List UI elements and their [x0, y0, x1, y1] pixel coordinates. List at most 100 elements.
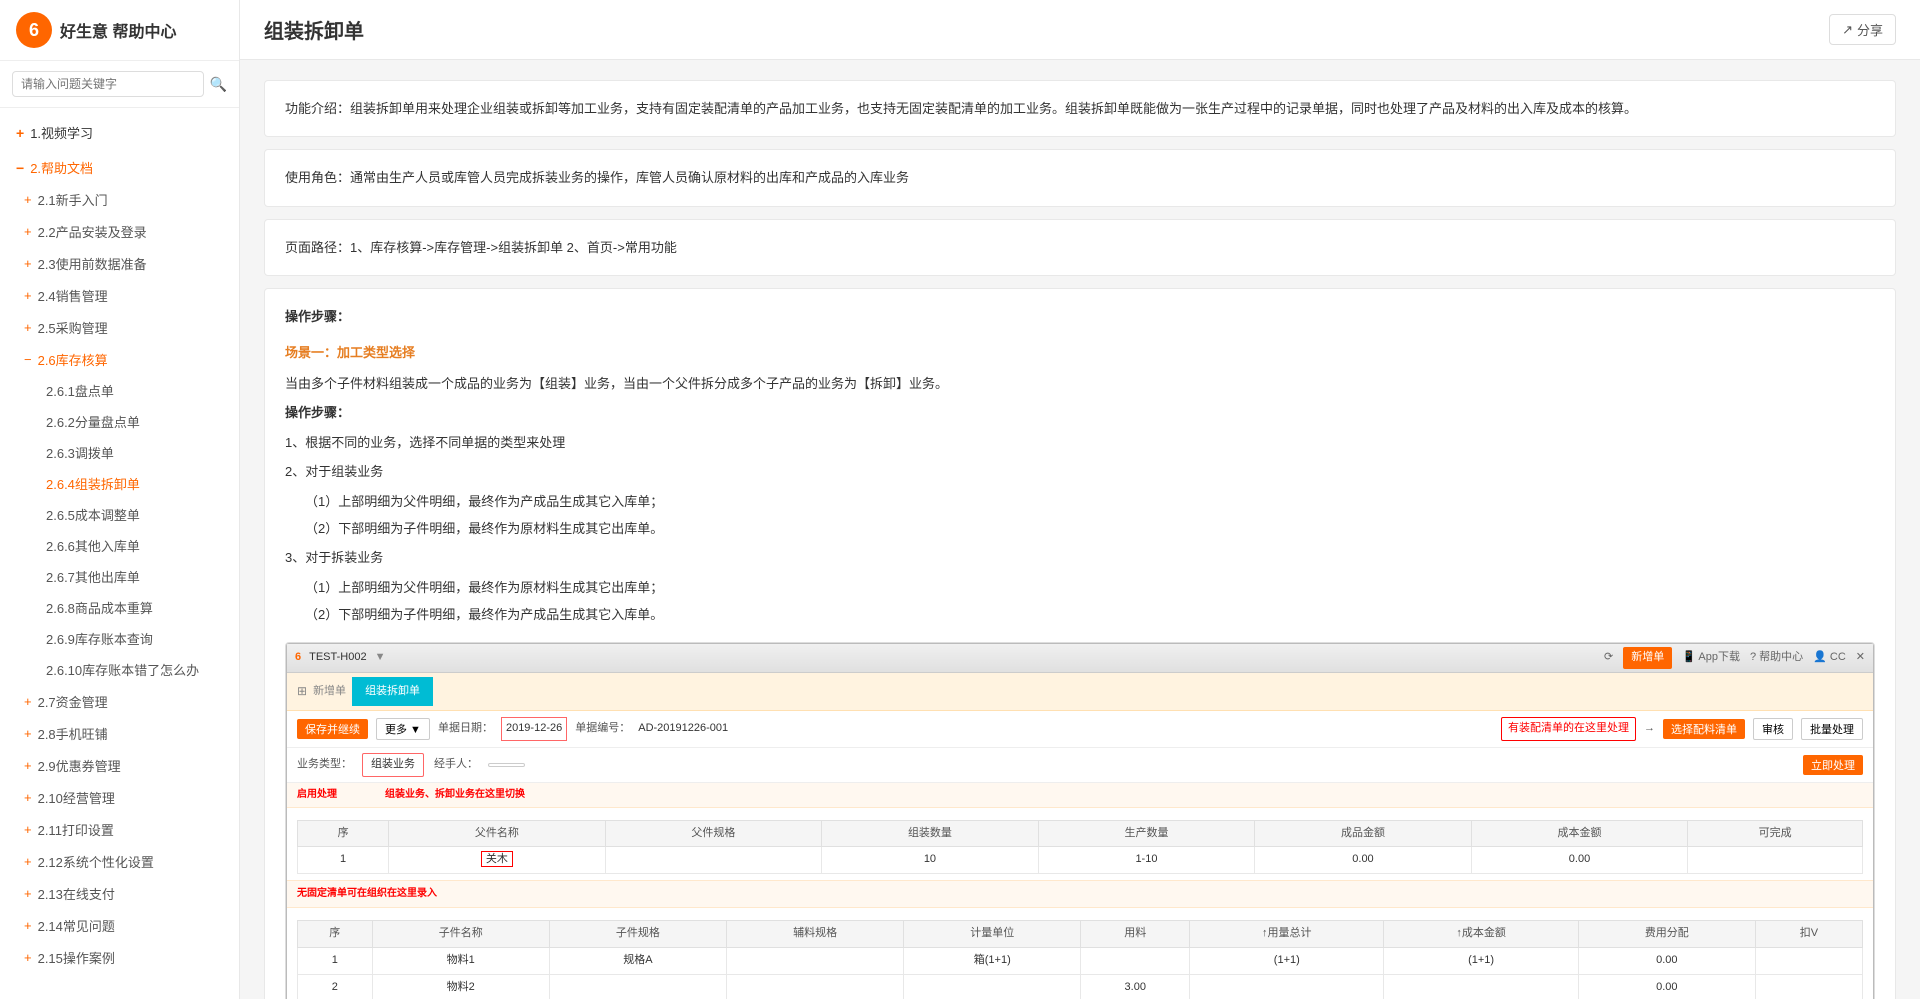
sidebar-item-cost-adj[interactable]: 2.6.5成本调整单	[0, 499, 239, 530]
sim-commit-btn[interactable]: 立即处理	[1803, 755, 1863, 775]
step3-1: （1）上部明细为父件明细，最终作为原材料生成其它出库单；	[285, 576, 1875, 599]
sim-tab-assembly[interactable]: 组装拆卸单	[352, 677, 433, 706]
sim-close-icon[interactable]: ✕	[1856, 648, 1865, 668]
sidebar-item-system-settings[interactable]: + 2.12系统个性化设置	[0, 846, 239, 877]
sim-lower-table-section: 序 子件名称 子件规格 辅料规格 计量单位 用料 ↑用量总计 ↑成本金额 费用分…	[287, 908, 1873, 999]
path-card: 页面路径：1、库存核算->库存管理->组装拆卸单 2、首页->常用功能	[264, 219, 1896, 276]
sidebar-item-cases[interactable]: + 2.15操作案例	[0, 942, 239, 973]
plus-icon-23: +	[24, 256, 32, 271]
sidebar-item-video-learning[interactable]: + 1.视频学习	[0, 116, 239, 149]
sim-upper-table-section: 序 父件名称 父件规格 组装数量 生产数量 成品金额 成本金额 可完成	[287, 808, 1873, 881]
step2: 2、对于组装业务	[285, 460, 1875, 483]
sim-save-btn[interactable]: 保存并继续	[297, 719, 368, 739]
share-button[interactable]: ↗ 分享	[1829, 14, 1896, 45]
table-row: 2 物料2 3.00 0.00	[298, 974, 1863, 999]
sidebar: 6 好生意 帮助中心 🔍 + 1.视频学习 − 2.帮助文档 +	[0, 0, 240, 999]
nav-sub-section-25: + 2.5采购管理	[0, 312, 239, 343]
ops-card: 操作步骤： 场景一：加工类型选择 当由多个子件材料组装成一个成品的业务为【组装】…	[264, 288, 1896, 999]
nav-section-1: + 1.视频学习	[0, 116, 239, 149]
th-deductv: 扣V	[1755, 921, 1862, 948]
scenario1-desc: 当由多个子件材料组装成一个成品的业务为【组装】业务，当由一个父件拆分成多个子产品…	[285, 372, 1875, 395]
table-row: 1 关木 10 1-10 0.00 0.00	[298, 847, 1863, 874]
sidebar-item-stock-ledger[interactable]: 2.6.9库存账本查询	[0, 623, 239, 654]
sim-code-label: 单据编号：	[575, 719, 630, 739]
search-input[interactable]	[12, 71, 204, 97]
plus-icon-22: +	[24, 224, 32, 239]
intro-card: 功能介绍：组装拆卸单用来处理企业组装或拆卸等加工业务，支持有固定装配清单的产品加…	[264, 80, 1896, 137]
search-button[interactable]: 🔍	[210, 76, 227, 93]
sim-lower-table: 序 子件名称 子件规格 辅料规格 计量单位 用料 ↑用量总计 ↑成本金额 费用分…	[297, 920, 1863, 999]
sidebar-item-help-docs[interactable]: − 2.帮助文档	[0, 151, 239, 184]
th-aux-spec: 辅料规格	[726, 921, 903, 948]
app-title: 好生意 帮助中心	[60, 18, 176, 42]
nav-sub-section-21: + 2.1新手入门	[0, 184, 239, 215]
sim-window: 6 TEST-H002 ▼ ⟳ 新增单 📱 App下载 ? 帮助中心 👤 CC …	[286, 643, 1874, 999]
screenshot-container: 6 TEST-H002 ▼ ⟳ 新增单 📱 App下载 ? 帮助中心 👤 CC …	[285, 642, 1875, 999]
sidebar-item-print-settings[interactable]: + 2.11打印设置	[0, 814, 239, 845]
sim-apps-icon: 📱 App下载	[1682, 648, 1740, 668]
th-cost-amt2: ↑成本金额	[1384, 921, 1578, 948]
sidebar-item-stocktake[interactable]: 2.6.1盘点单	[0, 375, 239, 406]
sidebar-item-newbie[interactable]: + 2.1新手入门	[0, 184, 239, 215]
page-title: 组装拆卸单	[264, 15, 364, 44]
sidebar-item-other-out[interactable]: 2.6.7其他出库单	[0, 561, 239, 592]
ops-title: 操作步骤：	[285, 305, 1875, 328]
sim-more-btn[interactable]: 更多 ▼	[376, 718, 430, 740]
main-body: 功能介绍：组装拆卸单用来处理企业组装或拆卸等加工业务，支持有固定装配清单的产品加…	[240, 60, 1920, 999]
sidebar-item-data-prep[interactable]: + 2.3使用前数据准备	[0, 248, 239, 279]
sidebar-item-inventory[interactable]: − 2.6库存核算	[0, 344, 239, 375]
app-logo: 6	[16, 12, 52, 48]
sidebar-item-other-in[interactable]: 2.6.6其他入库单	[0, 530, 239, 561]
sidebar-item-transfer[interactable]: 2.6.3调拨单	[0, 437, 239, 468]
sim-date-value: 2019-12-26	[501, 717, 567, 741]
scenario1-title: 场景一：加工类型选择	[285, 341, 1875, 364]
sidebar-item-mobile[interactable]: + 2.8手机旺铺	[0, 718, 239, 749]
sidebar-item-coupon[interactable]: + 2.9优惠券管理	[0, 750, 239, 781]
sidebar-item-assembly[interactable]: 2.6.4组装拆卸单	[0, 468, 239, 499]
minus-icon: −	[16, 160, 24, 176]
step3-2: （2）下部明细为子件明细，最终作为产成品生成其它入库单。	[285, 603, 1875, 626]
th-parent-name: 父件名称	[389, 820, 606, 847]
parent-name-cell: 关木	[481, 851, 513, 867]
sim-home-icon: ⊞	[297, 681, 307, 703]
sim-subform-row: 业务类型： 组装业务 经手人： 立即处理	[287, 748, 1873, 783]
sidebar-item-stock-error[interactable]: 2.6.10库存账本错了怎么办	[0, 654, 239, 685]
role-card: 使用角色：通常由生产人员或库管人员完成拆装业务的操作，库管人员确认原材料的出库和…	[264, 149, 1896, 206]
sidebar-item-sales-mgmt[interactable]: + 2.4销售管理	[0, 280, 239, 311]
ops-steps-subtitle: 操作步骤：	[285, 401, 1875, 424]
sim-person-input[interactable]	[488, 763, 525, 767]
sim-date-label: 单据日期：	[438, 719, 493, 739]
th-seq: 序	[298, 820, 389, 847]
sim-type-value[interactable]: 组装业务	[362, 753, 424, 777]
step1: 1、根据不同的业务，选择不同单据的类型来处理	[285, 431, 1875, 454]
plus-icon-24: +	[24, 288, 32, 303]
intro-text: 功能介绍：组装拆卸单用来处理企业组装或拆卸等加工业务，支持有固定装配清单的产品加…	[285, 97, 1875, 120]
sidebar-item-online-pay[interactable]: + 2.13在线支付	[0, 878, 239, 909]
th-completable: 可完成	[1688, 820, 1863, 847]
sim-logo: 6	[295, 648, 301, 668]
main-header: 组装拆卸单 ↗ 分享	[240, 0, 1920, 60]
nav-sub-section-26: − 2.6库存核算 2.6.1盘点单 2.6.2分量盘点单 2.6.3调拨单 2…	[0, 344, 239, 685]
sidebar-item-cost-recalc[interactable]: 2.6.8商品成本重算	[0, 592, 239, 623]
sidebar-nav: + 1.视频学习 − 2.帮助文档 + 2.1新手入门	[0, 108, 239, 999]
role-text: 使用角色：通常由生产人员或库管人员完成拆装业务的操作，库管人员确认原材料的出库和…	[285, 166, 1875, 189]
sim-refresh-icon: ⟳	[1604, 648, 1613, 668]
sim-batch-btn[interactable]: 批量处理	[1801, 718, 1863, 740]
sidebar-item-purchase-mgmt[interactable]: + 2.5采购管理	[0, 312, 239, 343]
sidebar-item-operations-mgmt[interactable]: + 2.10经营管理	[0, 782, 239, 813]
sidebar-item-install[interactable]: + 2.2产品安装及登录	[0, 216, 239, 247]
sim-new-btn[interactable]: 新增单	[1623, 647, 1672, 669]
sim-review-btn[interactable]: 审核	[1753, 718, 1793, 740]
sim-help-icon: ? 帮助中心	[1750, 648, 1803, 668]
sidebar-header: 6 好生意 帮助中心	[0, 0, 239, 61]
step2-2: （2）下部明细为子件明细，最终作为原材料生成其它出库单。	[285, 517, 1875, 540]
sidebar-item-faq[interactable]: + 2.14常见问题	[0, 910, 239, 941]
sim-nav-bar: ⊞ 新增单 组装拆卸单	[287, 673, 1873, 711]
nav-sub-section-23: + 2.3使用前数据准备	[0, 248, 239, 279]
sidebar-item-capital-mgmt[interactable]: + 2.7资金管理	[0, 686, 239, 717]
minus-icon-26: −	[24, 352, 32, 367]
sim-arrow-right: →	[1644, 719, 1655, 739]
sim-select-bom-btn[interactable]: 选择配料清单	[1663, 719, 1745, 739]
sidebar-item-partial-stocktake[interactable]: 2.6.2分量盘点单	[0, 406, 239, 437]
nav-sub-section-22: + 2.2产品安装及登录	[0, 216, 239, 247]
